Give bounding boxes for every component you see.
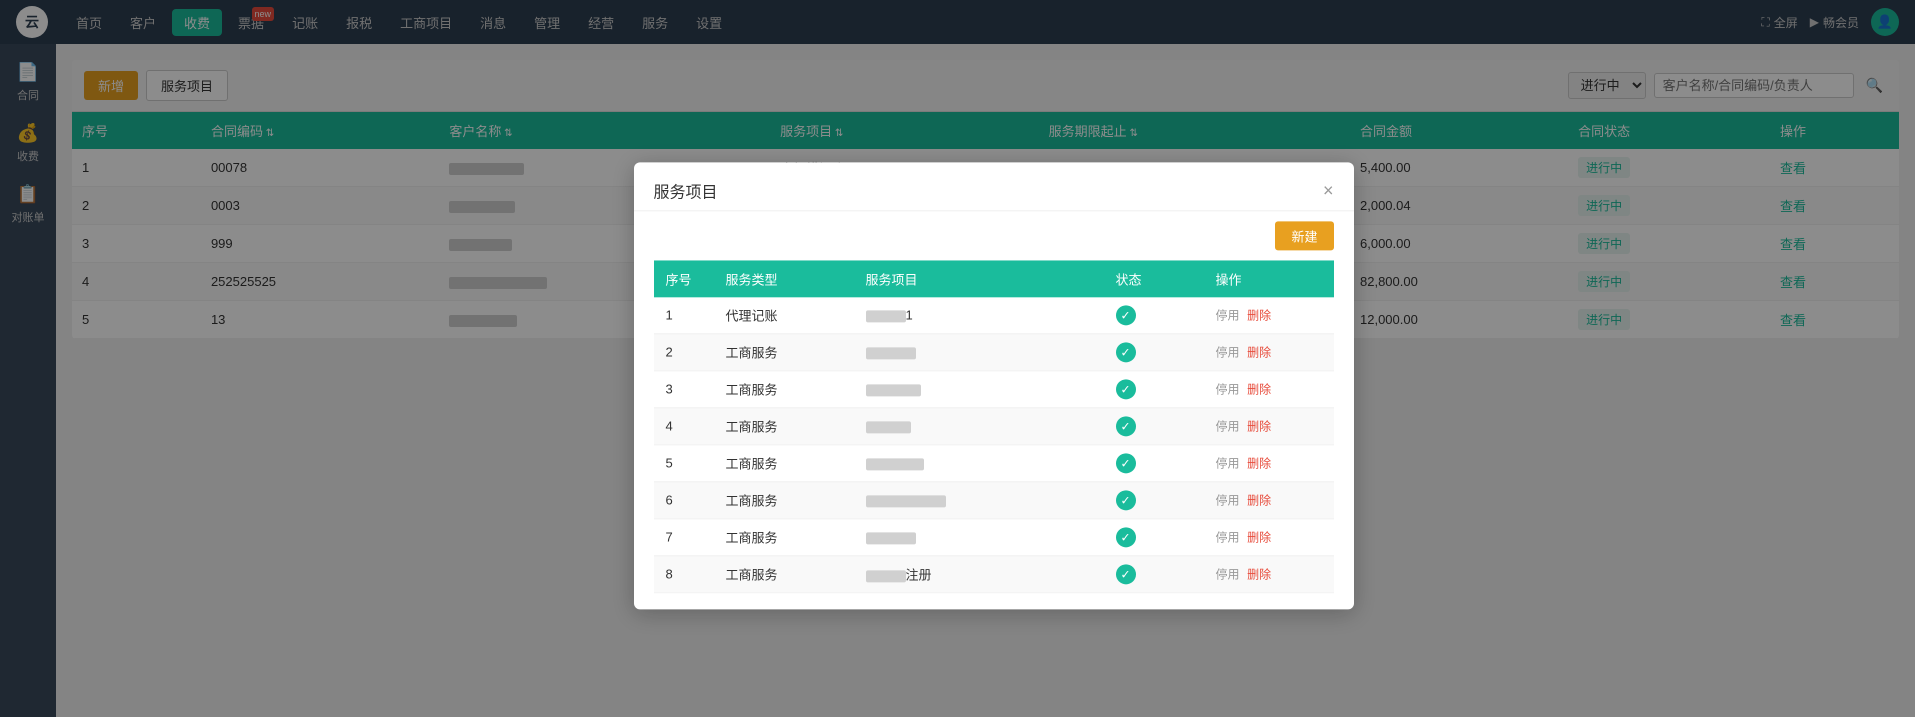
modal-body: 序号 服务类型 服务项目 状态 操作 1 代理记账 1 ✓ 停用 删除 2 工商… — [634, 260, 1354, 609]
svc-cell-seq: 1 — [654, 297, 714, 334]
svc-col-type: 服务类型 — [714, 260, 854, 297]
svc-cell-status: ✓ — [1104, 444, 1204, 481]
svc-cell-action: 停用 删除 — [1204, 333, 1334, 370]
svc-cell-seq: 3 — [654, 370, 714, 407]
service-table-row: 5 工商服务 ✓ 停用 删除 — [654, 444, 1334, 481]
service-table-row: 1 代理记账 1 ✓ 停用 删除 — [654, 297, 1334, 334]
svc-cell-item — [854, 481, 1104, 518]
svc-cell-item — [854, 407, 1104, 444]
svc-col-status: 状态 — [1104, 260, 1204, 297]
svc-cell-item — [854, 333, 1104, 370]
status-check-icon: ✓ — [1116, 342, 1136, 362]
svc-cell-item — [854, 518, 1104, 555]
stop-button[interactable]: 停用 — [1216, 454, 1240, 471]
svc-cell-type: 工商服务 — [714, 407, 854, 444]
svc-cell-seq: 4 — [654, 407, 714, 444]
svc-cell-status: ✓ — [1104, 555, 1204, 592]
svc-col-action: 操作 — [1204, 260, 1334, 297]
svc-cell-type: 工商服务 — [714, 481, 854, 518]
svc-cell-seq: 5 — [654, 444, 714, 481]
delete-button[interactable]: 删除 — [1247, 565, 1271, 582]
stop-button[interactable]: 停用 — [1216, 417, 1240, 434]
service-table-row: 4 工商服务 ✓ 停用 删除 — [654, 407, 1334, 444]
modal-title: 服务项目 — [654, 178, 718, 202]
delete-button[interactable]: 删除 — [1247, 454, 1271, 471]
svc-cell-type: 工商服务 — [714, 444, 854, 481]
svc-cell-status: ✓ — [1104, 297, 1204, 334]
status-check-icon: ✓ — [1116, 564, 1136, 584]
service-table-wrapper[interactable]: 序号 服务类型 服务项目 状态 操作 1 代理记账 1 ✓ 停用 删除 2 工商… — [654, 260, 1334, 593]
svc-cell-type: 工商服务 — [714, 370, 854, 407]
svc-cell-seq: 7 — [654, 518, 714, 555]
svc-cell-action: 停用 删除 — [1204, 518, 1334, 555]
svc-cell-action: 停用 删除 — [1204, 481, 1334, 518]
svc-cell-status: ✓ — [1104, 518, 1204, 555]
svc-cell-seq: 6 — [654, 481, 714, 518]
stop-button[interactable]: 停用 — [1216, 380, 1240, 397]
svc-cell-action: 停用 删除 — [1204, 407, 1334, 444]
service-table-row: 8 工商服务 注册 ✓ 停用 删除 — [654, 555, 1334, 592]
status-check-icon: ✓ — [1116, 527, 1136, 547]
svc-cell-action: 停用 删除 — [1204, 444, 1334, 481]
stop-button[interactable]: 停用 — [1216, 565, 1240, 582]
svc-cell-status: ✓ — [1104, 370, 1204, 407]
svc-cell-item — [854, 370, 1104, 407]
status-check-icon: ✓ — [1116, 379, 1136, 399]
svc-cell-action: 停用 删除 — [1204, 555, 1334, 592]
svc-cell-seq: 8 — [654, 555, 714, 592]
service-table-row: 6 工商服务 ✓ 停用 删除 — [654, 481, 1334, 518]
stop-button[interactable]: 停用 — [1216, 491, 1240, 508]
service-modal: 服务项目 × 新建 序号 服务类型 服务项目 状态 操作 1 代理记账 1 — [634, 162, 1354, 609]
status-check-icon: ✓ — [1116, 490, 1136, 510]
svc-col-seq: 序号 — [654, 260, 714, 297]
modal-close-button[interactable]: × — [1323, 181, 1334, 199]
delete-button[interactable]: 删除 — [1247, 306, 1271, 323]
stop-button[interactable]: 停用 — [1216, 306, 1240, 323]
svc-cell-action: 停用 删除 — [1204, 297, 1334, 334]
svc-cell-item: 注册 — [854, 555, 1104, 592]
status-check-icon: ✓ — [1116, 453, 1136, 473]
svc-cell-seq: 2 — [654, 333, 714, 370]
stop-button[interactable]: 停用 — [1216, 343, 1240, 360]
svc-cell-status: ✓ — [1104, 481, 1204, 518]
delete-button[interactable]: 删除 — [1247, 417, 1271, 434]
service-table: 序号 服务类型 服务项目 状态 操作 1 代理记账 1 ✓ 停用 删除 2 工商… — [654, 260, 1334, 593]
svc-cell-type: 工商服务 — [714, 518, 854, 555]
modal-toolbar: 新建 — [634, 211, 1354, 260]
svc-cell-item — [854, 444, 1104, 481]
service-table-row: 3 工商服务 ✓ 停用 删除 — [654, 370, 1334, 407]
svc-cell-item: 1 — [854, 297, 1104, 334]
svc-col-item: 服务项目 — [854, 260, 1104, 297]
delete-button[interactable]: 删除 — [1247, 528, 1271, 545]
svc-cell-status: ✓ — [1104, 407, 1204, 444]
svc-cell-type: 工商服务 — [714, 333, 854, 370]
status-check-icon: ✓ — [1116, 305, 1136, 325]
modal-header: 服务项目 × — [634, 162, 1354, 211]
svc-cell-action: 停用 删除 — [1204, 370, 1334, 407]
service-table-row: 2 工商服务 ✓ 停用 删除 — [654, 333, 1334, 370]
new-service-button[interactable]: 新建 — [1275, 221, 1333, 250]
svc-cell-status: ✓ — [1104, 333, 1204, 370]
service-table-row: 7 工商服务 ✓ 停用 删除 — [654, 518, 1334, 555]
delete-button[interactable]: 删除 — [1247, 491, 1271, 508]
svc-cell-type: 代理记账 — [714, 297, 854, 334]
delete-button[interactable]: 删除 — [1247, 380, 1271, 397]
stop-button[interactable]: 停用 — [1216, 528, 1240, 545]
svc-cell-type: 工商服务 — [714, 555, 854, 592]
delete-button[interactable]: 删除 — [1247, 343, 1271, 360]
status-check-icon: ✓ — [1116, 416, 1136, 436]
